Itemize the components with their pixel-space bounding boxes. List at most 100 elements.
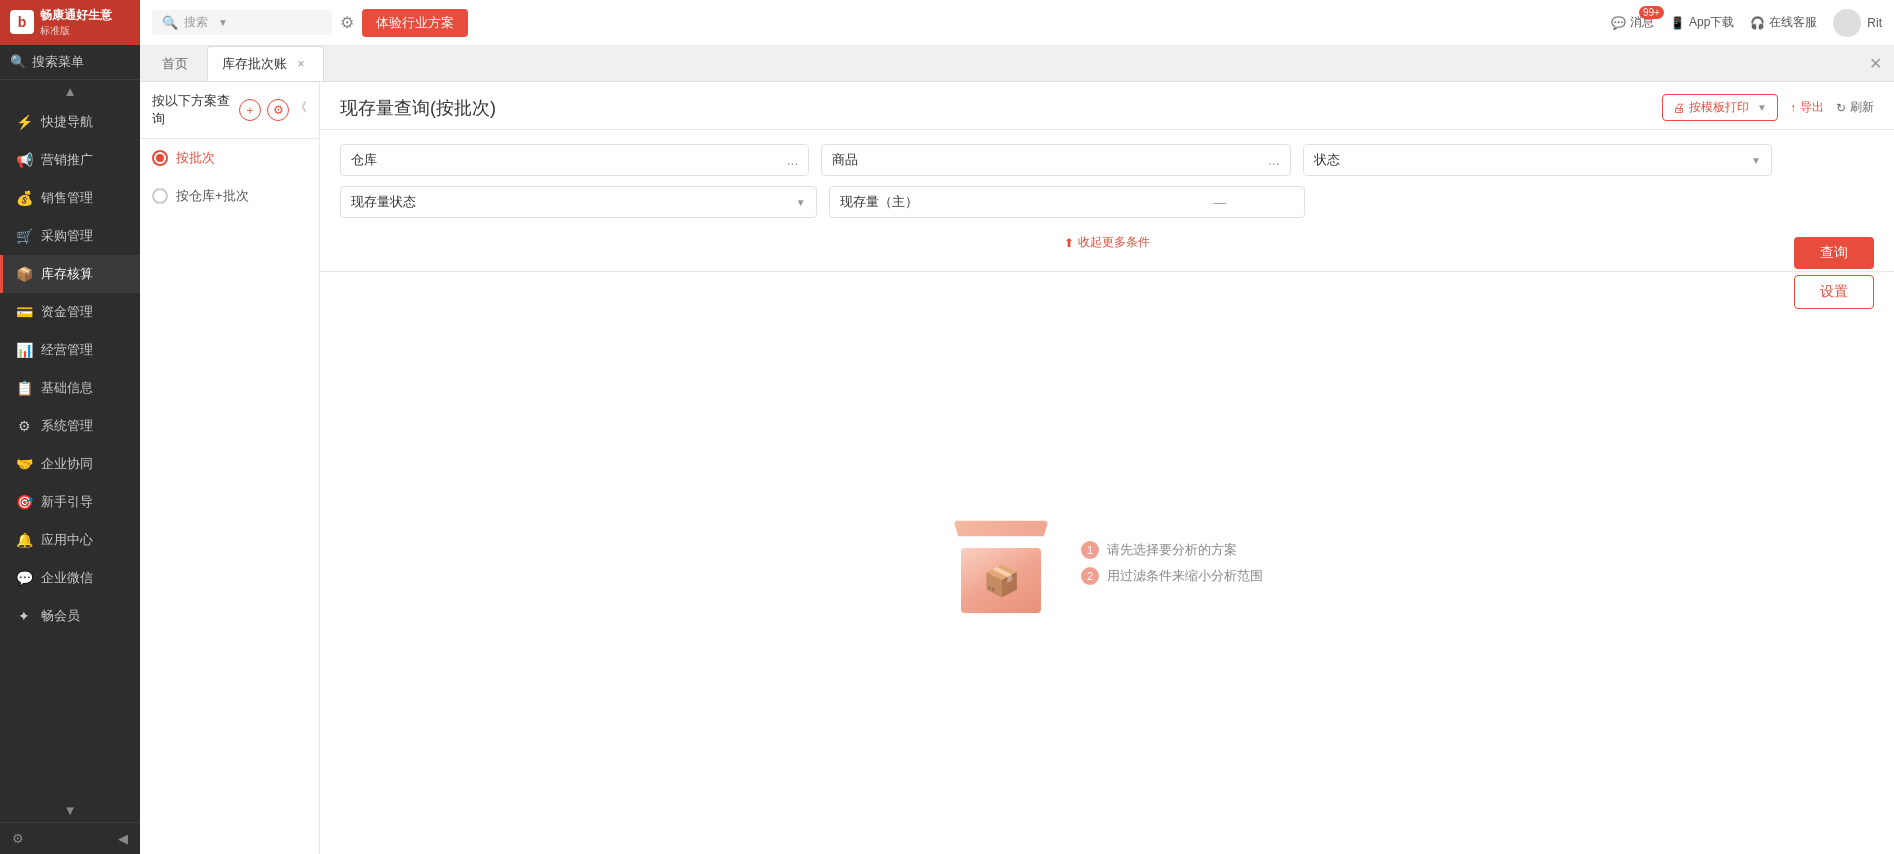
- query-area: 现存量查询(按批次) 🖨 按模板打印 ▼ ↑ 导出 ↻ 刷新: [320, 82, 1894, 854]
- content-area: 按以下方案查询 ＋ ⚙ 《 按批次 按仓库+批次 现存量查询(按批次): [140, 82, 1894, 854]
- filter-radio-warehouse-batch: [152, 188, 168, 204]
- warehouse-field[interactable]: 仓库 ...: [340, 144, 809, 176]
- product-field[interactable]: 商品 ...: [821, 144, 1290, 176]
- warehouse-more-icon[interactable]: ...: [787, 152, 799, 168]
- tab-close-icon[interactable]: ×: [293, 56, 309, 72]
- topbar-right: 💬 消息 99+ 📱 App下载 🎧 在线客服 Rit: [1611, 9, 1882, 37]
- sidebar-item-新手引导[interactable]: 🎯 新手引导: [0, 483, 140, 521]
- status-field[interactable]: 状态 ▼: [1303, 144, 1772, 176]
- online-service-action[interactable]: 🎧 在线客服: [1750, 14, 1817, 31]
- tab-home[interactable]: 首页: [148, 46, 203, 81]
- sidebar-item-应用中心[interactable]: 🔔 应用中心: [0, 521, 140, 559]
- empty-hint-2: 2 用过滤条件来缩小分析范围: [1081, 567, 1263, 585]
- sidebar-item-系统管理[interactable]: ⚙ 系统管理: [0, 407, 140, 445]
- inventory-qty-label: 现存量（主）: [840, 193, 1138, 211]
- inventory-qty-field[interactable]: 现存量（主） —: [829, 186, 1306, 218]
- nav-label-5: 资金管理: [41, 303, 93, 321]
- sidebar-item-企业微信[interactable]: 💬 企业微信: [0, 559, 140, 597]
- right-close-area: ✕: [1865, 46, 1886, 82]
- panel-close-icon[interactable]: ✕: [1869, 54, 1882, 73]
- inventory-status-field[interactable]: 现存量状态 ▼: [340, 186, 817, 218]
- query-header: 现存量查询(按批次) 🖨 按模板打印 ▼ ↑ 导出 ↻ 刷新: [320, 82, 1894, 130]
- nav-icon-11: 🔔: [15, 531, 33, 549]
- scroll-down-button[interactable]: ▼: [0, 799, 140, 822]
- sidebar-item-营销推广[interactable]: 📢 营销推广: [0, 141, 140, 179]
- nav-label-4: 库存核算: [41, 265, 93, 283]
- nav-icon-12: 💬: [15, 569, 33, 587]
- refresh-button[interactable]: ↻ 刷新: [1836, 99, 1874, 116]
- filter-item-batch[interactable]: 按批次: [140, 139, 319, 177]
- print-button[interactable]: 🖨 按模板打印 ▼: [1662, 94, 1778, 121]
- qty-min-input[interactable]: [1145, 195, 1205, 210]
- action-bar: 查询 设置: [1794, 237, 1874, 309]
- nav-icon-10: 🎯: [15, 493, 33, 511]
- topbar-search-placeholder: 搜索: [184, 14, 208, 31]
- sidebar-item-库存核算[interactable]: 📦 库存核算: [0, 255, 140, 293]
- nav-icon-9: 🤝: [15, 455, 33, 473]
- empty-hint-1: 1 请先选择要分析的方案: [1081, 541, 1263, 559]
- filter-settings-button[interactable]: ⚙: [267, 99, 289, 121]
- nav-icon-3: 🛒: [15, 227, 33, 245]
- sidebar-item-畅会员[interactable]: ✦ 畅会员: [0, 597, 140, 635]
- sidebar-nav: ⚡ 快捷导航 📢 营销推广 💰 销售管理 🛒 采购管理 📦 库存核算 💳 资金管…: [0, 103, 140, 799]
- sidebar-item-资金管理[interactable]: 💳 资金管理: [0, 293, 140, 331]
- filter-item-warehouse-batch[interactable]: 按仓库+批次: [140, 177, 319, 215]
- refresh-label: 刷新: [1850, 99, 1874, 116]
- trial-button[interactable]: 体验行业方案: [362, 9, 468, 37]
- inventory-status-label: 现存量状态: [351, 193, 792, 211]
- collapse-label: 收起更多条件: [1078, 234, 1150, 251]
- topbar-search-box[interactable]: 🔍 搜索 ▼: [152, 10, 332, 35]
- tab-inventory-batch[interactable]: 库存批次账 ×: [207, 46, 324, 81]
- topbar: 🔍 搜索 ▼ ⚙ 体验行业方案 💬 消息 99+ 📱 App下载 🎧 在线客服: [140, 0, 1894, 46]
- headset-icon: 🎧: [1750, 16, 1765, 30]
- nav-icon-0: ⚡: [15, 113, 33, 131]
- qty-max-input[interactable]: [1234, 195, 1294, 210]
- nav-icon-7: 📋: [15, 379, 33, 397]
- sidebar-item-采购管理[interactable]: 🛒 采购管理: [0, 217, 140, 255]
- topbar-search-icon: 🔍: [162, 15, 178, 30]
- edition-label: 标准版: [40, 24, 112, 37]
- nav-label-7: 基础信息: [41, 379, 93, 397]
- username-label: Rit: [1867, 16, 1882, 30]
- app-download-action[interactable]: 📱 App下载: [1670, 14, 1734, 31]
- export-button[interactable]: ↑ 导出: [1790, 99, 1824, 116]
- nav-label-9: 企业协同: [41, 455, 93, 473]
- sidebar-item-经营管理[interactable]: 📊 经营管理: [0, 331, 140, 369]
- messages-action[interactable]: 💬 消息 99+: [1611, 14, 1654, 31]
- sidebar-item-销售管理[interactable]: 💰 销售管理: [0, 179, 140, 217]
- sidebar-item-企业协同[interactable]: 🤝 企业协同: [0, 445, 140, 483]
- search-icon: 🔍: [10, 54, 26, 69]
- filter-panel: 按以下方案查询 ＋ ⚙ 《 按批次 按仓库+批次: [140, 82, 320, 854]
- add-filter-button[interactable]: ＋: [239, 99, 261, 121]
- empty-state-content: 📦 1 请先选择要分析的方案 2 用过滤条件来缩: [951, 513, 1263, 613]
- nav-label-11: 应用中心: [41, 531, 93, 549]
- nav-label-2: 销售管理: [41, 189, 93, 207]
- brand-name: 畅康通好生意: [40, 8, 112, 24]
- settings-button[interactable]: 设置: [1794, 275, 1874, 309]
- filter-collapse-button[interactable]: 《: [295, 99, 307, 121]
- collapse-conditions-button[interactable]: ⬆ 收起更多条件: [340, 228, 1874, 257]
- filter-conditions: 仓库 ... 商品 ... 状态 ▼: [320, 130, 1894, 272]
- nav-icon-8: ⚙: [15, 417, 33, 435]
- topbar-gear-icon[interactable]: ⚙: [340, 13, 354, 32]
- query-button[interactable]: 查询: [1794, 237, 1874, 269]
- sidebar-search[interactable]: 🔍 搜索菜单: [0, 45, 140, 80]
- scroll-up-button[interactable]: ▲: [0, 80, 140, 103]
- sidebar-footer: ⚙ ◀: [0, 822, 140, 854]
- active-tab-label: 库存批次账: [222, 55, 287, 73]
- app-logo: b: [10, 10, 34, 34]
- product-more-icon[interactable]: ...: [1268, 152, 1280, 168]
- nav-label-10: 新手引导: [41, 493, 93, 511]
- warehouse-label: 仓库: [351, 151, 783, 169]
- tabbar: 首页 库存批次账 × ✕: [140, 46, 1894, 82]
- app-info: 畅康通好生意 标准版: [40, 8, 112, 37]
- sidebar-item-快捷导航[interactable]: ⚡ 快捷导航: [0, 103, 140, 141]
- logo-char: b: [18, 14, 27, 30]
- user-profile[interactable]: Rit: [1833, 9, 1882, 37]
- filter-panel-title: 按以下方案查询: [152, 92, 239, 128]
- footer-settings-icon[interactable]: ⚙: [12, 831, 24, 846]
- status-label: 状态: [1314, 151, 1747, 169]
- footer-collapse-icon[interactable]: ◀: [118, 831, 128, 846]
- product-label: 商品: [832, 151, 1264, 169]
- sidebar-item-基础信息[interactable]: 📋 基础信息: [0, 369, 140, 407]
